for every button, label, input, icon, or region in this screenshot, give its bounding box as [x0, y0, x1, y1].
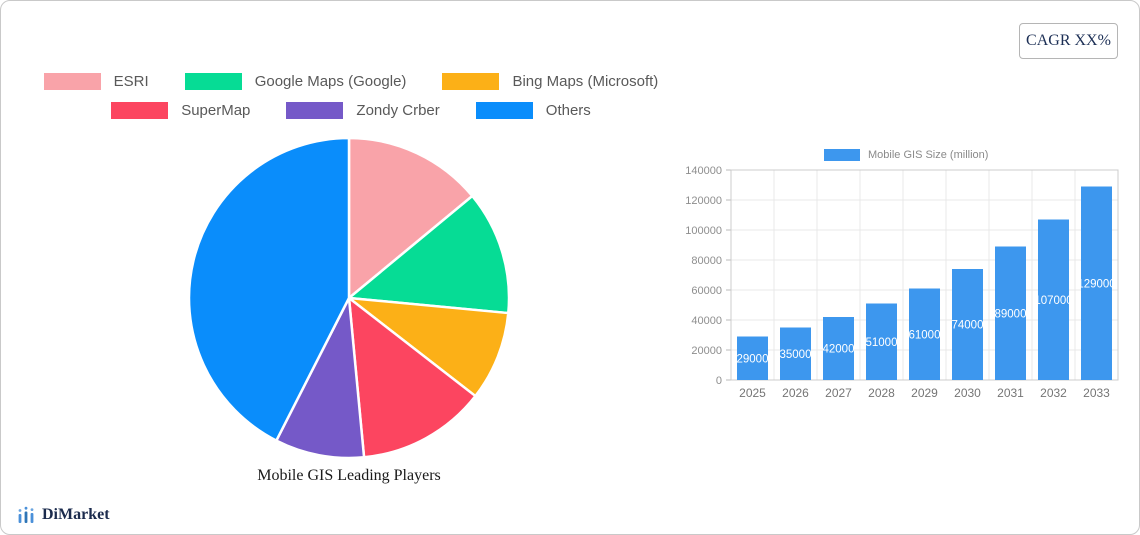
y-axis-tick-label: 120000 — [685, 195, 722, 207]
pie-legend-item-zondy-crber[interactable]: Zondy Crber — [286, 102, 440, 119]
x-axis-tick-label: 2028 — [868, 386, 895, 400]
legend-swatch — [286, 102, 344, 119]
x-axis-tick-label: 2029 — [911, 386, 938, 400]
legend-label: Others — [545, 102, 591, 119]
bar-value-label: 89000 — [995, 308, 1027, 320]
cagr-badge-label: CAGR XX% — [1026, 32, 1111, 49]
pie-legend-row: SuperMap Zondy Crber Others — [111, 102, 591, 119]
pie-chart — [187, 136, 511, 460]
bar-chart-logo-icon — [18, 506, 34, 523]
legend-label: ESRI — [113, 73, 149, 90]
y-axis-tick-label: 80000 — [691, 255, 722, 267]
legend-label: Google Maps (Google) — [254, 73, 407, 90]
pie-legend-item-esri[interactable]: ESRI — [43, 73, 149, 90]
legend-label: SuperMap — [181, 102, 251, 119]
cagr-badge: CAGR XX% — [1019, 23, 1118, 59]
x-axis-tick-label: 2027 — [825, 386, 852, 400]
y-axis-tick-label: 100000 — [685, 225, 722, 237]
x-axis-tick-label: 2026 — [782, 386, 809, 400]
x-axis-tick-label: 2032 — [1040, 386, 1067, 400]
y-axis-tick-label: 40000 — [691, 315, 722, 327]
y-axis-tick-label: 0 — [716, 375, 722, 387]
pie-legend: ESRI Google Maps (Google) Bing Maps (Micro… — [41, 73, 661, 119]
x-axis-tick-label: 2025 — [739, 386, 766, 400]
x-axis-tick-label: 2033 — [1083, 386, 1110, 400]
y-axis-tick-label: 20000 — [691, 345, 722, 357]
pie-legend-item-bing-maps-microsoft[interactable]: Bing Maps (Microsoft) — [442, 73, 658, 90]
bar-chart: 0 20000 40000 60000 80000 100000 120000 140000 2… — [685, 165, 1119, 400]
bar-value-label: 129000 — [1077, 278, 1115, 290]
legend-label: Zondy Crber — [356, 102, 440, 119]
report-card: CAGR XX% ESRI Google Maps (Google) Bing Ma… — [0, 0, 1140, 535]
pie-legend-item-google-maps-google[interactable]: Google Maps (Google) — [184, 73, 407, 90]
bar-value-label: 35000 — [780, 349, 812, 361]
pie-legend-row: ESRI Google Maps (Google) Bing Maps (Micro… — [43, 73, 658, 90]
pie-legend-item-others[interactable]: Others — [475, 102, 591, 119]
brand-logo: DiMarket — [17, 506, 110, 524]
bar-legend-label: Mobile GIS Size (million) — [868, 149, 989, 161]
pie-chart-title: Mobile GIS Leading Players — [257, 467, 441, 484]
y-axis-tick-label: 140000 — [685, 165, 722, 177]
bar-value-label: 107000 — [1034, 295, 1072, 307]
pie-legend-item-supermap[interactable]: SuperMap — [111, 102, 250, 119]
bar-chart-legend[interactable]: Mobile GIS Size (million) — [824, 149, 988, 161]
legend-swatch — [43, 73, 101, 90]
bar-legend-swatch — [824, 149, 860, 161]
legend-swatch — [111, 102, 169, 119]
legend-swatch — [442, 73, 500, 90]
bar-value-label: 51000 — [866, 337, 898, 349]
bar-value-label: 61000 — [909, 329, 941, 341]
x-axis-tick-label: 2031 — [997, 386, 1024, 400]
bar-value-label: 29000 — [737, 353, 769, 365]
x-axis-tick-label: 2030 — [954, 386, 981, 400]
legend-label: Bing Maps (Microsoft) — [512, 73, 659, 90]
bar-value-label: 74000 — [952, 320, 984, 332]
bar-value-label: 42000 — [823, 344, 855, 356]
legend-swatch — [475, 102, 533, 119]
legend-swatch — [184, 73, 242, 90]
brand-name: DiMarket — [42, 506, 110, 523]
y-axis-tick-label: 60000 — [691, 285, 722, 297]
